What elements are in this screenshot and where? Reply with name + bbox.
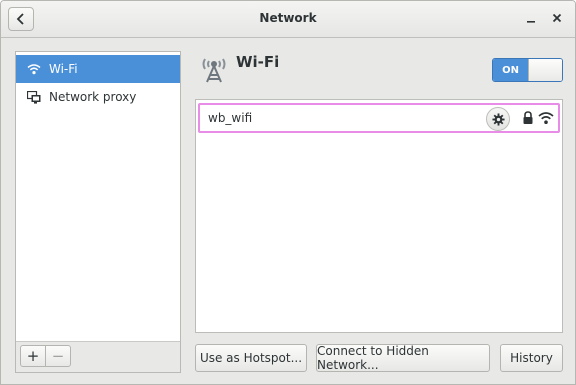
use-as-hotspot-button[interactable]: Use as Hotspot... <box>195 344 307 372</box>
sidebar: Wi-Fi Network proxy + − <box>15 51 181 373</box>
title-bar: Network <box>1 1 575 38</box>
history-button[interactable]: History <box>500 344 563 372</box>
wifi-icon <box>27 62 41 76</box>
connect-hidden-network-button[interactable]: Connect to Hidden Network... <box>316 344 490 372</box>
window-title: Network <box>259 11 317 25</box>
sidebar-item-network-proxy[interactable]: Network proxy <box>16 83 180 111</box>
toggle-state-label: ON <box>493 59 528 81</box>
sidebar-item-wifi[interactable]: Wi-Fi <box>16 55 180 83</box>
close-icon <box>552 13 562 23</box>
add-connection-button[interactable]: + <box>20 345 46 367</box>
lock-icon <box>523 111 533 124</box>
network-window: Network Wi-Fi Network proxy + − Wi-Fi ON… <box>0 0 576 385</box>
gear-icon <box>491 112 505 126</box>
network-row[interactable]: wb_wifi <box>198 103 560 133</box>
sidebar-toolbar: + − <box>16 341 180 372</box>
section-title: Wi-Fi <box>236 53 280 71</box>
wireless-tower-icon <box>202 58 226 83</box>
close-button[interactable] <box>549 10 565 26</box>
network-ssid: wb_wifi <box>208 111 253 125</box>
toggle-knob <box>528 59 562 81</box>
network-list: wb_wifi <box>195 99 563 333</box>
wifi-toggle[interactable]: ON <box>492 58 563 82</box>
network-settings-button[interactable] <box>486 107 510 131</box>
sidebar-item-label: Wi-Fi <box>49 62 78 76</box>
minimize-button[interactable] <box>523 10 539 26</box>
network-proxy-icon <box>27 90 41 104</box>
minimize-icon <box>527 21 535 23</box>
remove-connection-button[interactable]: − <box>45 345 71 367</box>
wifi-signal-icon <box>538 112 554 124</box>
sidebar-item-label: Network proxy <box>49 90 137 104</box>
